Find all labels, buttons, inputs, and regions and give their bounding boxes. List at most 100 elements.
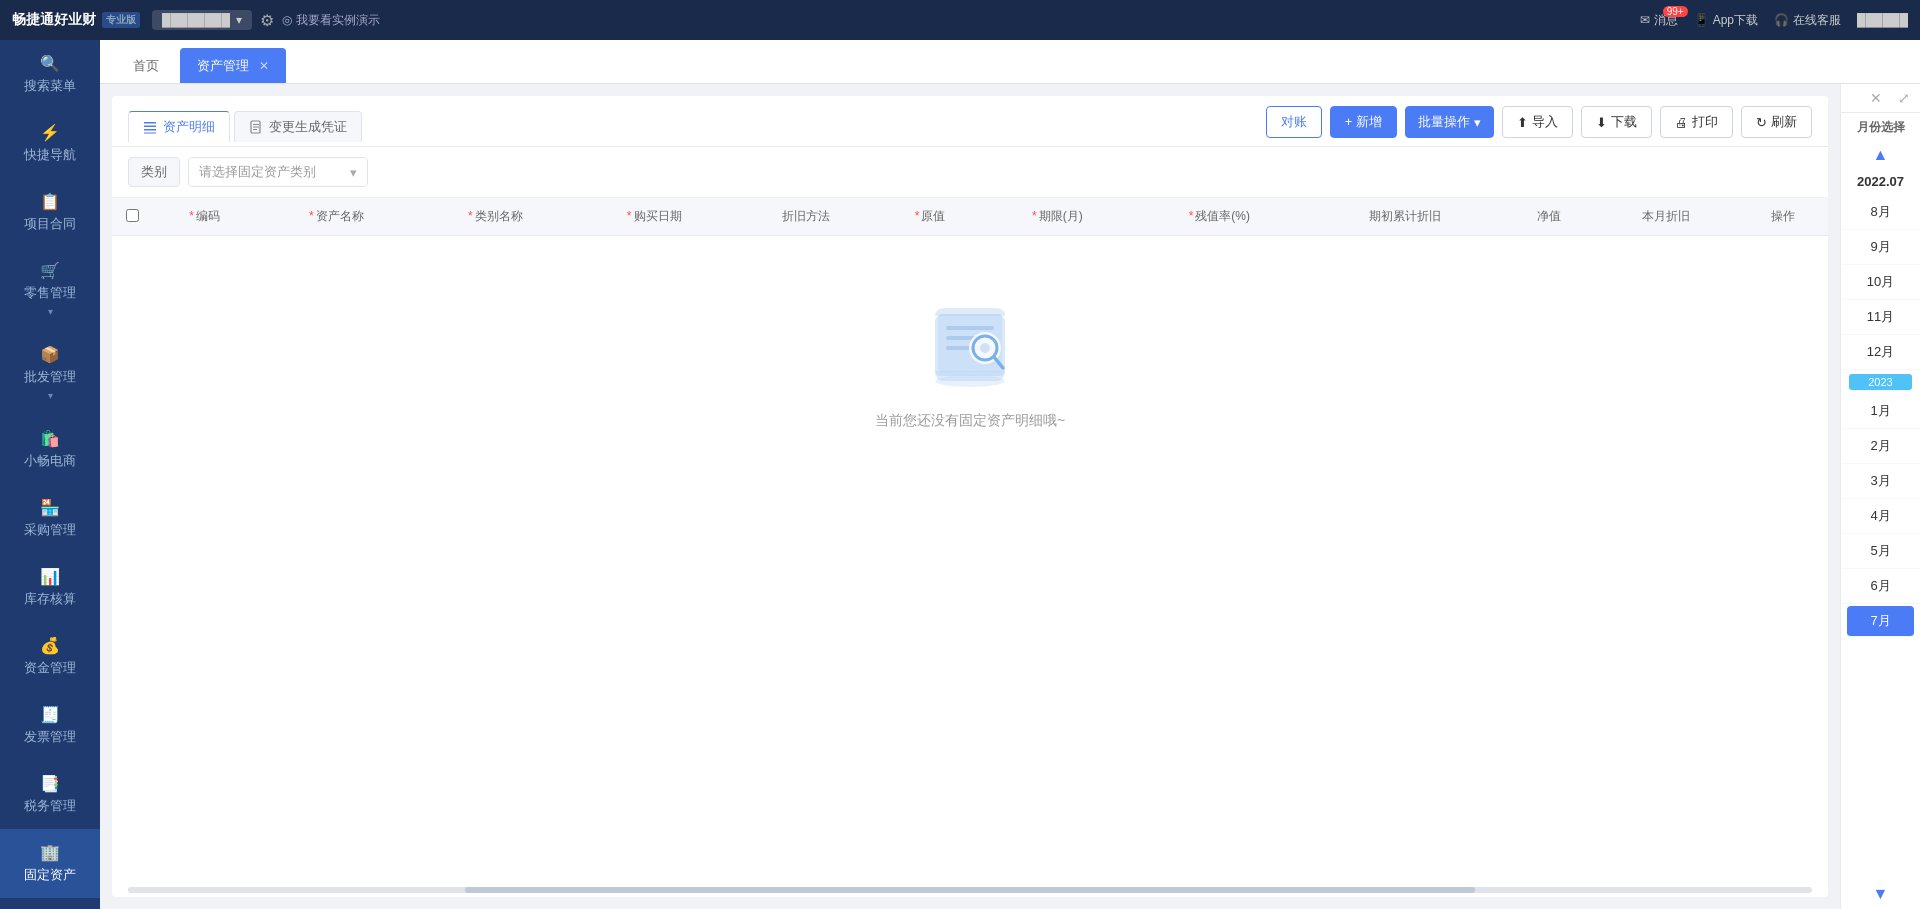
month-nav-up-button[interactable]: ▲ (1865, 144, 1897, 166)
service-icon: 🎧 (1774, 13, 1789, 27)
month-item-6[interactable]: 6月 (1841, 569, 1920, 604)
download-button[interactable]: ⬇ 下载 (1581, 106, 1652, 138)
sub-tab-asset-detail[interactable]: 资产明细 (128, 111, 230, 142)
empty-message: 当前您还没有固定资产明细哦~ (875, 412, 1065, 430)
messages-count-badge: 99+ (1663, 6, 1688, 17)
svg-rect-6 (253, 126, 259, 127)
month-item-9[interactable]: 9月 (1841, 230, 1920, 265)
sidebar-item-invoice-mgmt[interactable]: 🧾 发票管理 (0, 691, 100, 760)
category-select[interactable]: 请选择固定资产类别 ▾ (188, 157, 368, 187)
dropdown-arrow-icon: ▾ (236, 13, 242, 27)
tab-close-icon[interactable]: ✕ (259, 59, 269, 73)
sidebar-item-purchase-mgmt[interactable]: 🏪 采购管理 (0, 484, 100, 553)
table-header-residual-rate: *残值率(%) (1132, 198, 1306, 236)
table-header-code: *编码 (152, 198, 257, 236)
empty-state: 当前您还没有固定资产明细哦~ (112, 236, 1828, 490)
sidebar-label-search-menu: 搜索菜单 (24, 77, 76, 95)
svg-rect-1 (144, 125, 156, 127)
company-selector[interactable]: ████████ ▾ (152, 10, 252, 30)
sidebar-label-inventory: 库存核算 (24, 590, 76, 608)
table-header-monthly-depreciation: 本月折旧 (1594, 198, 1738, 236)
sidebar-label-ecommerce: 小畅电商 (24, 452, 76, 470)
sidebar-item-search-menu[interactable]: 🔍 搜索菜单 (0, 40, 100, 109)
doc-icon (249, 120, 263, 134)
app-name: 畅捷通好业财 (12, 11, 96, 29)
app-download-button[interactable]: 📱 App下载 (1694, 12, 1758, 29)
sidebar-item-retail-mgmt[interactable]: 🛒 零售管理 ▾ (0, 247, 100, 331)
table-header-checkbox (112, 198, 152, 236)
main-panel: 资产明细 变更生成凭证 对账 + 新增 (112, 96, 1828, 897)
table-header-net-value: 净值 (1504, 198, 1594, 236)
assets-table: *编码 *资产名称 *类别名称 *购买日期 折旧方法 *原值 *期限(月) *残… (112, 198, 1828, 236)
refresh-button[interactable]: ↻ 刷新 (1741, 106, 1812, 138)
horizontal-scrollbar[interactable] (128, 887, 1812, 893)
month-item-7-active[interactable]: 7月 (1847, 606, 1914, 637)
month-item-4[interactable]: 4月 (1841, 499, 1920, 534)
month-item-3[interactable]: 3月 (1841, 464, 1920, 499)
messages-button[interactable]: ✉ 消息 99+ (1640, 12, 1678, 29)
sidebar-item-tax-mgmt[interactable]: 📑 税务管理 (0, 760, 100, 829)
ecommerce-icon: 🛍️ (40, 429, 60, 448)
invoice-icon: 🧾 (40, 705, 60, 724)
import-button[interactable]: ⬆ 导入 (1502, 106, 1573, 138)
panel-close-button[interactable]: ✕ (1864, 88, 1888, 108)
sidebar-item-inventory[interactable]: 📊 库存核算 (0, 553, 100, 622)
category-placeholder: 请选择固定资产类别 (199, 163, 316, 181)
settings-icon[interactable]: ⚙ (260, 11, 274, 30)
month-nav-down: ▼ (1841, 879, 1920, 909)
batch-button[interactable]: 批量操作 ▾ (1405, 106, 1494, 138)
batch-label: 批量操作 (1418, 113, 1470, 131)
batch-arrow-icon: ▾ (48, 390, 53, 401)
user-menu[interactable]: ██████ (1857, 13, 1908, 27)
sidebar-label-batch-mgmt: 批发管理 (24, 368, 76, 386)
sidebar-item-fixed-assets[interactable]: 🏢 固定资产 (0, 829, 100, 898)
phone-icon: 📱 (1694, 13, 1709, 27)
sidebar-label-purchase-mgmt: 采购管理 (24, 521, 76, 539)
sidebar-item-project-contract[interactable]: 📋 项目合同 (0, 178, 100, 247)
reconcile-label: 对账 (1281, 113, 1307, 131)
month-item-8[interactable]: 8月 (1841, 195, 1920, 230)
demo-link[interactable]: ◎ 我要看实例演示 (282, 12, 380, 29)
sidebar-item-quick-nav[interactable]: ⚡ 快捷导航 (0, 109, 100, 178)
svg-rect-7 (253, 129, 257, 130)
sidebar-item-ecommerce[interactable]: 🛍️ 小畅电商 (0, 415, 100, 484)
app-logo: 畅捷通好业财 专业版 (12, 11, 140, 29)
month-item-5[interactable]: 5月 (1841, 534, 1920, 569)
download-label: 下载 (1611, 113, 1637, 131)
import-label: 导入 (1532, 113, 1558, 131)
panel-expand-button[interactable]: ⤢ (1892, 88, 1916, 108)
reconcile-button[interactable]: 对账 (1266, 106, 1322, 138)
retail-icon: 🛒 (40, 261, 60, 280)
table-header-category: *类别名称 (416, 198, 575, 236)
sidebar-item-fund-mgmt[interactable]: 💰 资金管理 (0, 622, 100, 691)
month-item-10[interactable]: 10月 (1841, 265, 1920, 300)
fund-icon: 💰 (40, 636, 60, 655)
refresh-icon: ↻ (1756, 115, 1767, 130)
app-download-label: App下载 (1713, 12, 1758, 29)
online-service-button[interactable]: 🎧 在线客服 (1774, 12, 1841, 29)
sub-tab-change-voucher[interactable]: 变更生成凭证 (234, 111, 362, 142)
table-header-accumulated-depreciation: 期初累计折旧 (1306, 198, 1504, 236)
month-item-11[interactable]: 11月 (1841, 300, 1920, 335)
tab-home[interactable]: 首页 (116, 48, 176, 83)
sub-tabs: 资产明细 变更生成凭证 对账 + 新增 (112, 96, 1828, 147)
month-item-2[interactable]: 2月 (1841, 429, 1920, 464)
table-header-depreciation-method: 折旧方法 (734, 198, 878, 236)
category-dropdown-arrow-icon: ▾ (350, 165, 357, 180)
sidebar-item-payroll[interactable]: 💵 工资 (0, 898, 100, 909)
svg-point-17 (980, 343, 990, 353)
filter-row: 类别 请选择固定资产类别 ▾ (112, 147, 1828, 198)
main-layout: 🔍 搜索菜单 ⚡ 快捷导航 📋 项目合同 🛒 零售管理 ▾ 📦 批发管理 ▾ 🛍… (0, 40, 1920, 909)
year-2023-badge: 2023 (1849, 374, 1912, 390)
month-item-1[interactable]: 1月 (1841, 394, 1920, 429)
print-button[interactable]: 🖨 打印 (1660, 106, 1733, 138)
month-nav-down-button[interactable]: ▼ (1865, 883, 1897, 905)
tab-asset-mgmt[interactable]: 资产管理 ✕ (180, 48, 286, 83)
select-all-checkbox[interactable] (126, 209, 139, 222)
purchase-icon: 🏪 (40, 498, 60, 517)
empty-illustration (910, 296, 1030, 396)
sidebar-label-fund-mgmt: 资金管理 (24, 659, 76, 677)
add-button[interactable]: + 新增 (1330, 106, 1397, 138)
sidebar-item-batch-mgmt[interactable]: 📦 批发管理 ▾ (0, 331, 100, 415)
month-item-12[interactable]: 12月 (1841, 335, 1920, 370)
